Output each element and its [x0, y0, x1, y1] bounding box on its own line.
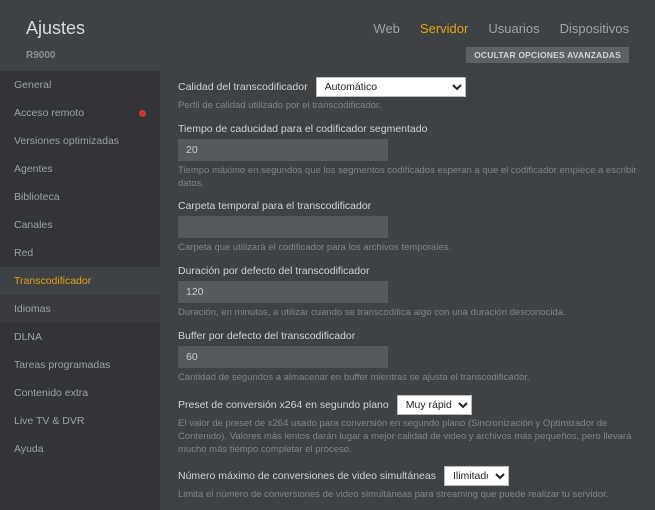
quality-select[interactable]: Automático [316, 77, 466, 97]
preset-select[interactable]: Muy rápido [397, 395, 472, 415]
preset-label: Preset de conversión x264 en segundo pla… [178, 399, 389, 411]
sidebar-item-general[interactable]: General [0, 71, 160, 99]
warning-icon [139, 110, 146, 117]
preset-hint: El valor de preset de x264 usado para co… [178, 418, 637, 456]
page-title: Ajustes [26, 18, 85, 39]
sidebar-item-label: Red [14, 247, 33, 259]
sidebar-item-label: Transcodificador [14, 275, 91, 287]
duration-hint: Duración, en minutos, a utilizar cuando … [178, 307, 637, 320]
sidebar-item-label: Tareas programadas [14, 359, 110, 371]
timeout-input[interactable] [178, 139, 388, 161]
content: Calidad del transcodificador Automático … [160, 71, 655, 510]
sidebar-item-label: DLNA [14, 331, 42, 343]
timeout-label: Tiempo de caducidad para el codificador … [178, 123, 637, 135]
tempdir-input[interactable] [178, 216, 388, 238]
tab-web[interactable]: Web [373, 21, 400, 36]
sidebar-item-agentes[interactable]: Agentes [0, 155, 160, 183]
sidebar-item-live-tv-dvr[interactable]: Live TV & DVR [0, 407, 160, 435]
sidebar-item-label: Biblioteca [14, 191, 60, 203]
duration-input[interactable] [178, 281, 388, 303]
sidebar-item-ayuda[interactable]: Ayuda [0, 435, 160, 463]
sidebar: General Acceso remoto Versiones optimiza… [0, 71, 160, 510]
maxconv-hint: Limita el número de conversiones de vide… [178, 489, 637, 502]
header: Ajustes Web Servidor Usuarios Dispositiv… [0, 0, 655, 43]
tab-usuarios[interactable]: Usuarios [488, 21, 539, 36]
server-name: R9000 [26, 50, 55, 61]
sidebar-item-dlna[interactable]: DLNA [0, 323, 160, 351]
sidebar-item-label: Agentes [14, 163, 53, 175]
sidebar-item-label: Versiones optimizadas [14, 135, 119, 147]
sidebar-item-label: Acceso remoto [14, 107, 84, 119]
tempdir-hint: Carpeta que utilizará el codificador par… [178, 242, 637, 255]
quality-hint: Perfil de calidad utilizado por el trans… [178, 100, 637, 113]
buffer-hint: Cantidad de segundos a almacenar en buff… [178, 372, 637, 385]
quality-label: Calidad del transcodificador [178, 81, 308, 93]
sidebar-item-versiones-optimizadas[interactable]: Versiones optimizadas [0, 127, 160, 155]
buffer-input[interactable] [178, 346, 388, 368]
sidebar-item-biblioteca[interactable]: Biblioteca [0, 183, 160, 211]
sidebar-item-transcodificador[interactable]: Transcodificador [0, 267, 160, 295]
hide-advanced-button[interactable]: OCULTAR OPCIONES AVANZADAS [466, 47, 629, 63]
sidebar-item-label: Canales [14, 219, 53, 231]
header-tabs: Web Servidor Usuarios Dispositivos [373, 21, 629, 36]
sidebar-item-label: Ayuda [14, 443, 44, 455]
sidebar-item-contenido-extra[interactable]: Contenido extra [0, 379, 160, 407]
sidebar-item-label: Live TV & DVR [14, 415, 84, 427]
sidebar-item-acceso-remoto[interactable]: Acceso remoto [0, 99, 160, 127]
sidebar-item-label: General [14, 79, 51, 91]
tab-dispositivos[interactable]: Dispositivos [560, 21, 629, 36]
timeout-hint: Tiempo máximo en segundos que los segmen… [178, 165, 637, 191]
sidebar-item-idiomas[interactable]: Idiomas [0, 295, 160, 323]
tab-servidor[interactable]: Servidor [420, 21, 468, 36]
sidebar-item-tareas-programadas[interactable]: Tareas programadas [0, 351, 160, 379]
duration-label: Duración por defecto del transcodificado… [178, 265, 637, 277]
maxconv-select[interactable]: Ilimitado [444, 466, 509, 486]
tempdir-label: Carpeta temporal para el transcodificado… [178, 200, 637, 212]
buffer-label: Buffer por defecto del transcodificador [178, 330, 637, 342]
sidebar-item-canales[interactable]: Canales [0, 211, 160, 239]
subheader: R9000 OCULTAR OPCIONES AVANZADAS [0, 43, 655, 71]
sidebar-item-red[interactable]: Red [0, 239, 160, 267]
maxconv-label: Número máximo de conversiones de video s… [178, 470, 436, 482]
sidebar-item-label: Idiomas [14, 303, 51, 315]
sidebar-item-label: Contenido extra [14, 387, 88, 399]
